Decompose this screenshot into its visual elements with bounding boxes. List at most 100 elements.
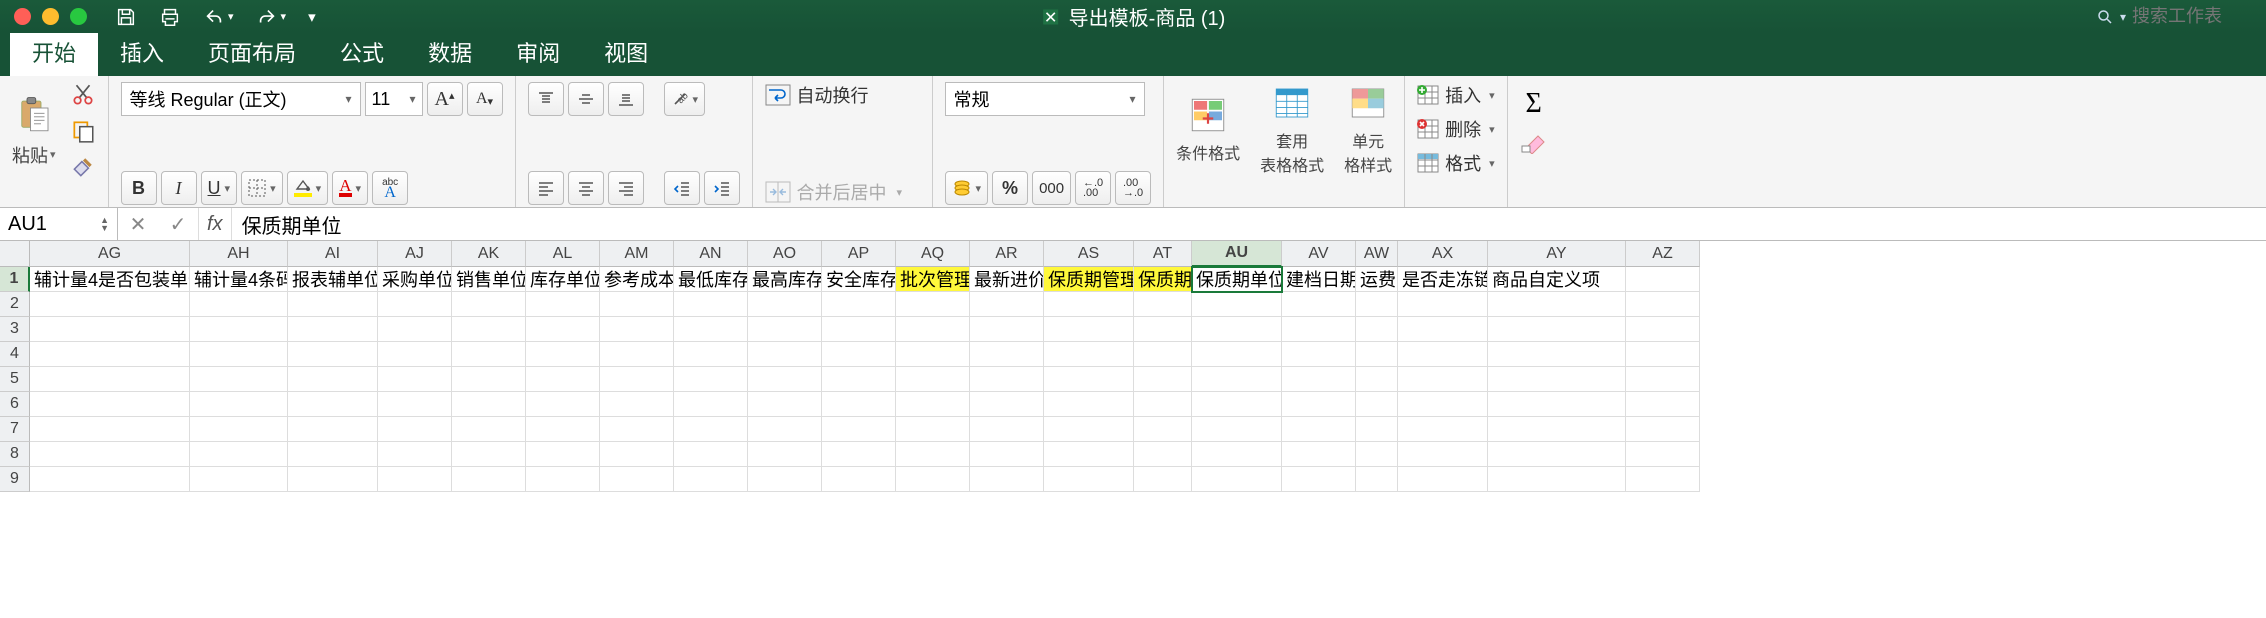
cell-AX8[interactable] <box>1398 442 1488 467</box>
cell-AG8[interactable] <box>30 442 190 467</box>
cell-AL5[interactable] <box>526 367 600 392</box>
cell-AI1[interactable]: 报表辅单位 <box>288 267 378 292</box>
column-header-AQ[interactable]: AQ <box>896 241 970 267</box>
cell-AS9[interactable] <box>1044 467 1134 492</box>
font-name-selector[interactable]: 等线 Regular (正文) <box>121 82 361 116</box>
fx-icon[interactable]: fx <box>198 208 232 240</box>
cell-AW9[interactable] <box>1356 467 1398 492</box>
cell-AR9[interactable] <box>970 467 1044 492</box>
cell-AI7[interactable] <box>288 417 378 442</box>
cell-AH3[interactable] <box>190 317 288 342</box>
cell-AR7[interactable] <box>970 417 1044 442</box>
cell-AQ8[interactable] <box>896 442 970 467</box>
accept-formula-icon[interactable]: ✓ <box>158 212 198 237</box>
cell-AY9[interactable] <box>1488 467 1626 492</box>
column-header-AM[interactable]: AM <box>600 241 674 267</box>
cell-AW7[interactable] <box>1356 417 1398 442</box>
cell-AY3[interactable] <box>1488 317 1626 342</box>
column-header-AX[interactable]: AX <box>1398 241 1488 267</box>
save-icon[interactable] <box>115 6 137 28</box>
cell-AV1[interactable]: 建档日期 <box>1282 267 1356 292</box>
customize-qat-icon[interactable]: ▾ <box>308 8 316 26</box>
minimize-window-button[interactable] <box>42 8 59 25</box>
percent-button[interactable]: % <box>992 171 1028 205</box>
row-header-1[interactable]: 1 <box>0 267 30 292</box>
cell-AJ1[interactable]: 采购单位 <box>378 267 452 292</box>
cell-AP1[interactable]: 安全库存 <box>822 267 896 292</box>
column-header-AV[interactable]: AV <box>1282 241 1356 267</box>
cell-AY2[interactable] <box>1488 292 1626 317</box>
cell-AN9[interactable] <box>674 467 748 492</box>
cell-AK3[interactable] <box>452 317 526 342</box>
bold-button[interactable]: B <box>121 171 157 205</box>
cell-AN1[interactable]: 最低库存 <box>674 267 748 292</box>
format-painter-icon[interactable] <box>70 154 96 180</box>
cell-AY8[interactable] <box>1488 442 1626 467</box>
row-header-7[interactable]: 7 <box>0 417 30 442</box>
format-cells-button[interactable]: 格式▾ <box>1417 150 1495 176</box>
cell-AL1[interactable]: 库存单位 <box>526 267 600 292</box>
tab-审阅[interactable]: 审阅 <box>494 28 582 76</box>
align-top-button[interactable] <box>528 82 564 116</box>
cell-AP9[interactable] <box>822 467 896 492</box>
cell-AI6[interactable] <box>288 392 378 417</box>
insert-cells-button[interactable]: 插入▾ <box>1417 82 1495 108</box>
cell-AH4[interactable] <box>190 342 288 367</box>
cell-AT7[interactable] <box>1134 417 1192 442</box>
cell-AV7[interactable] <box>1282 417 1356 442</box>
cell-AQ5[interactable] <box>896 367 970 392</box>
cell-AY1[interactable]: 商品自定义项 <box>1488 267 1626 292</box>
cell-AG2[interactable] <box>30 292 190 317</box>
cell-AV3[interactable] <box>1282 317 1356 342</box>
cell-AK9[interactable] <box>452 467 526 492</box>
cell-AZ3[interactable] <box>1626 317 1700 342</box>
tab-视图[interactable]: 视图 <box>582 28 670 76</box>
cell-AH8[interactable] <box>190 442 288 467</box>
currency-button[interactable] <box>945 171 989 205</box>
cell-AL4[interactable] <box>526 342 600 367</box>
cell-AN4[interactable] <box>674 342 748 367</box>
cell-AM8[interactable] <box>600 442 674 467</box>
cell-AX3[interactable] <box>1398 317 1488 342</box>
row-header-2[interactable]: 2 <box>0 292 30 317</box>
cell-AM7[interactable] <box>600 417 674 442</box>
align-right-button[interactable] <box>608 171 644 205</box>
cell-AQ9[interactable] <box>896 467 970 492</box>
cell-AM3[interactable] <box>600 317 674 342</box>
row-header-5[interactable]: 5 <box>0 367 30 392</box>
row-header-9[interactable]: 9 <box>0 467 30 492</box>
increase-indent-button[interactable] <box>704 171 740 205</box>
cell-AO5[interactable] <box>748 367 822 392</box>
tab-公式[interactable]: 公式 <box>318 28 406 76</box>
underline-button[interactable]: U <box>201 171 238 205</box>
column-header-AK[interactable]: AK <box>452 241 526 267</box>
cell-AZ7[interactable] <box>1626 417 1700 442</box>
cell-AO2[interactable] <box>748 292 822 317</box>
column-header-AH[interactable]: AH <box>190 241 288 267</box>
cell-AU3[interactable] <box>1192 317 1282 342</box>
column-header-AT[interactable]: AT <box>1134 241 1192 267</box>
cell-AK6[interactable] <box>452 392 526 417</box>
cell-AI9[interactable] <box>288 467 378 492</box>
cell-AU6[interactable] <box>1192 392 1282 417</box>
cell-AZ5[interactable] <box>1626 367 1700 392</box>
cell-styles-button[interactable]: 单元 格样式 <box>1344 82 1392 176</box>
cell-AQ4[interactable] <box>896 342 970 367</box>
cell-AX9[interactable] <box>1398 467 1488 492</box>
paste-button[interactable] <box>13 94 55 136</box>
column-header-AP[interactable]: AP <box>822 241 896 267</box>
cell-AZ4[interactable] <box>1626 342 1700 367</box>
cell-AK8[interactable] <box>452 442 526 467</box>
cell-AG3[interactable] <box>30 317 190 342</box>
cell-AX7[interactable] <box>1398 417 1488 442</box>
row-header-6[interactable]: 6 <box>0 392 30 417</box>
cell-AK4[interactable] <box>452 342 526 367</box>
number-format-selector[interactable]: 常规 <box>945 82 1145 116</box>
cell-AO9[interactable] <box>748 467 822 492</box>
cell-AR4[interactable] <box>970 342 1044 367</box>
cell-AQ3[interactable] <box>896 317 970 342</box>
column-header-AW[interactable]: AW <box>1356 241 1398 267</box>
undo-icon[interactable]: ▾ <box>203 6 234 28</box>
cell-AG1[interactable]: 辅计量4是否包装单位 <box>30 267 190 292</box>
cell-AJ2[interactable] <box>378 292 452 317</box>
